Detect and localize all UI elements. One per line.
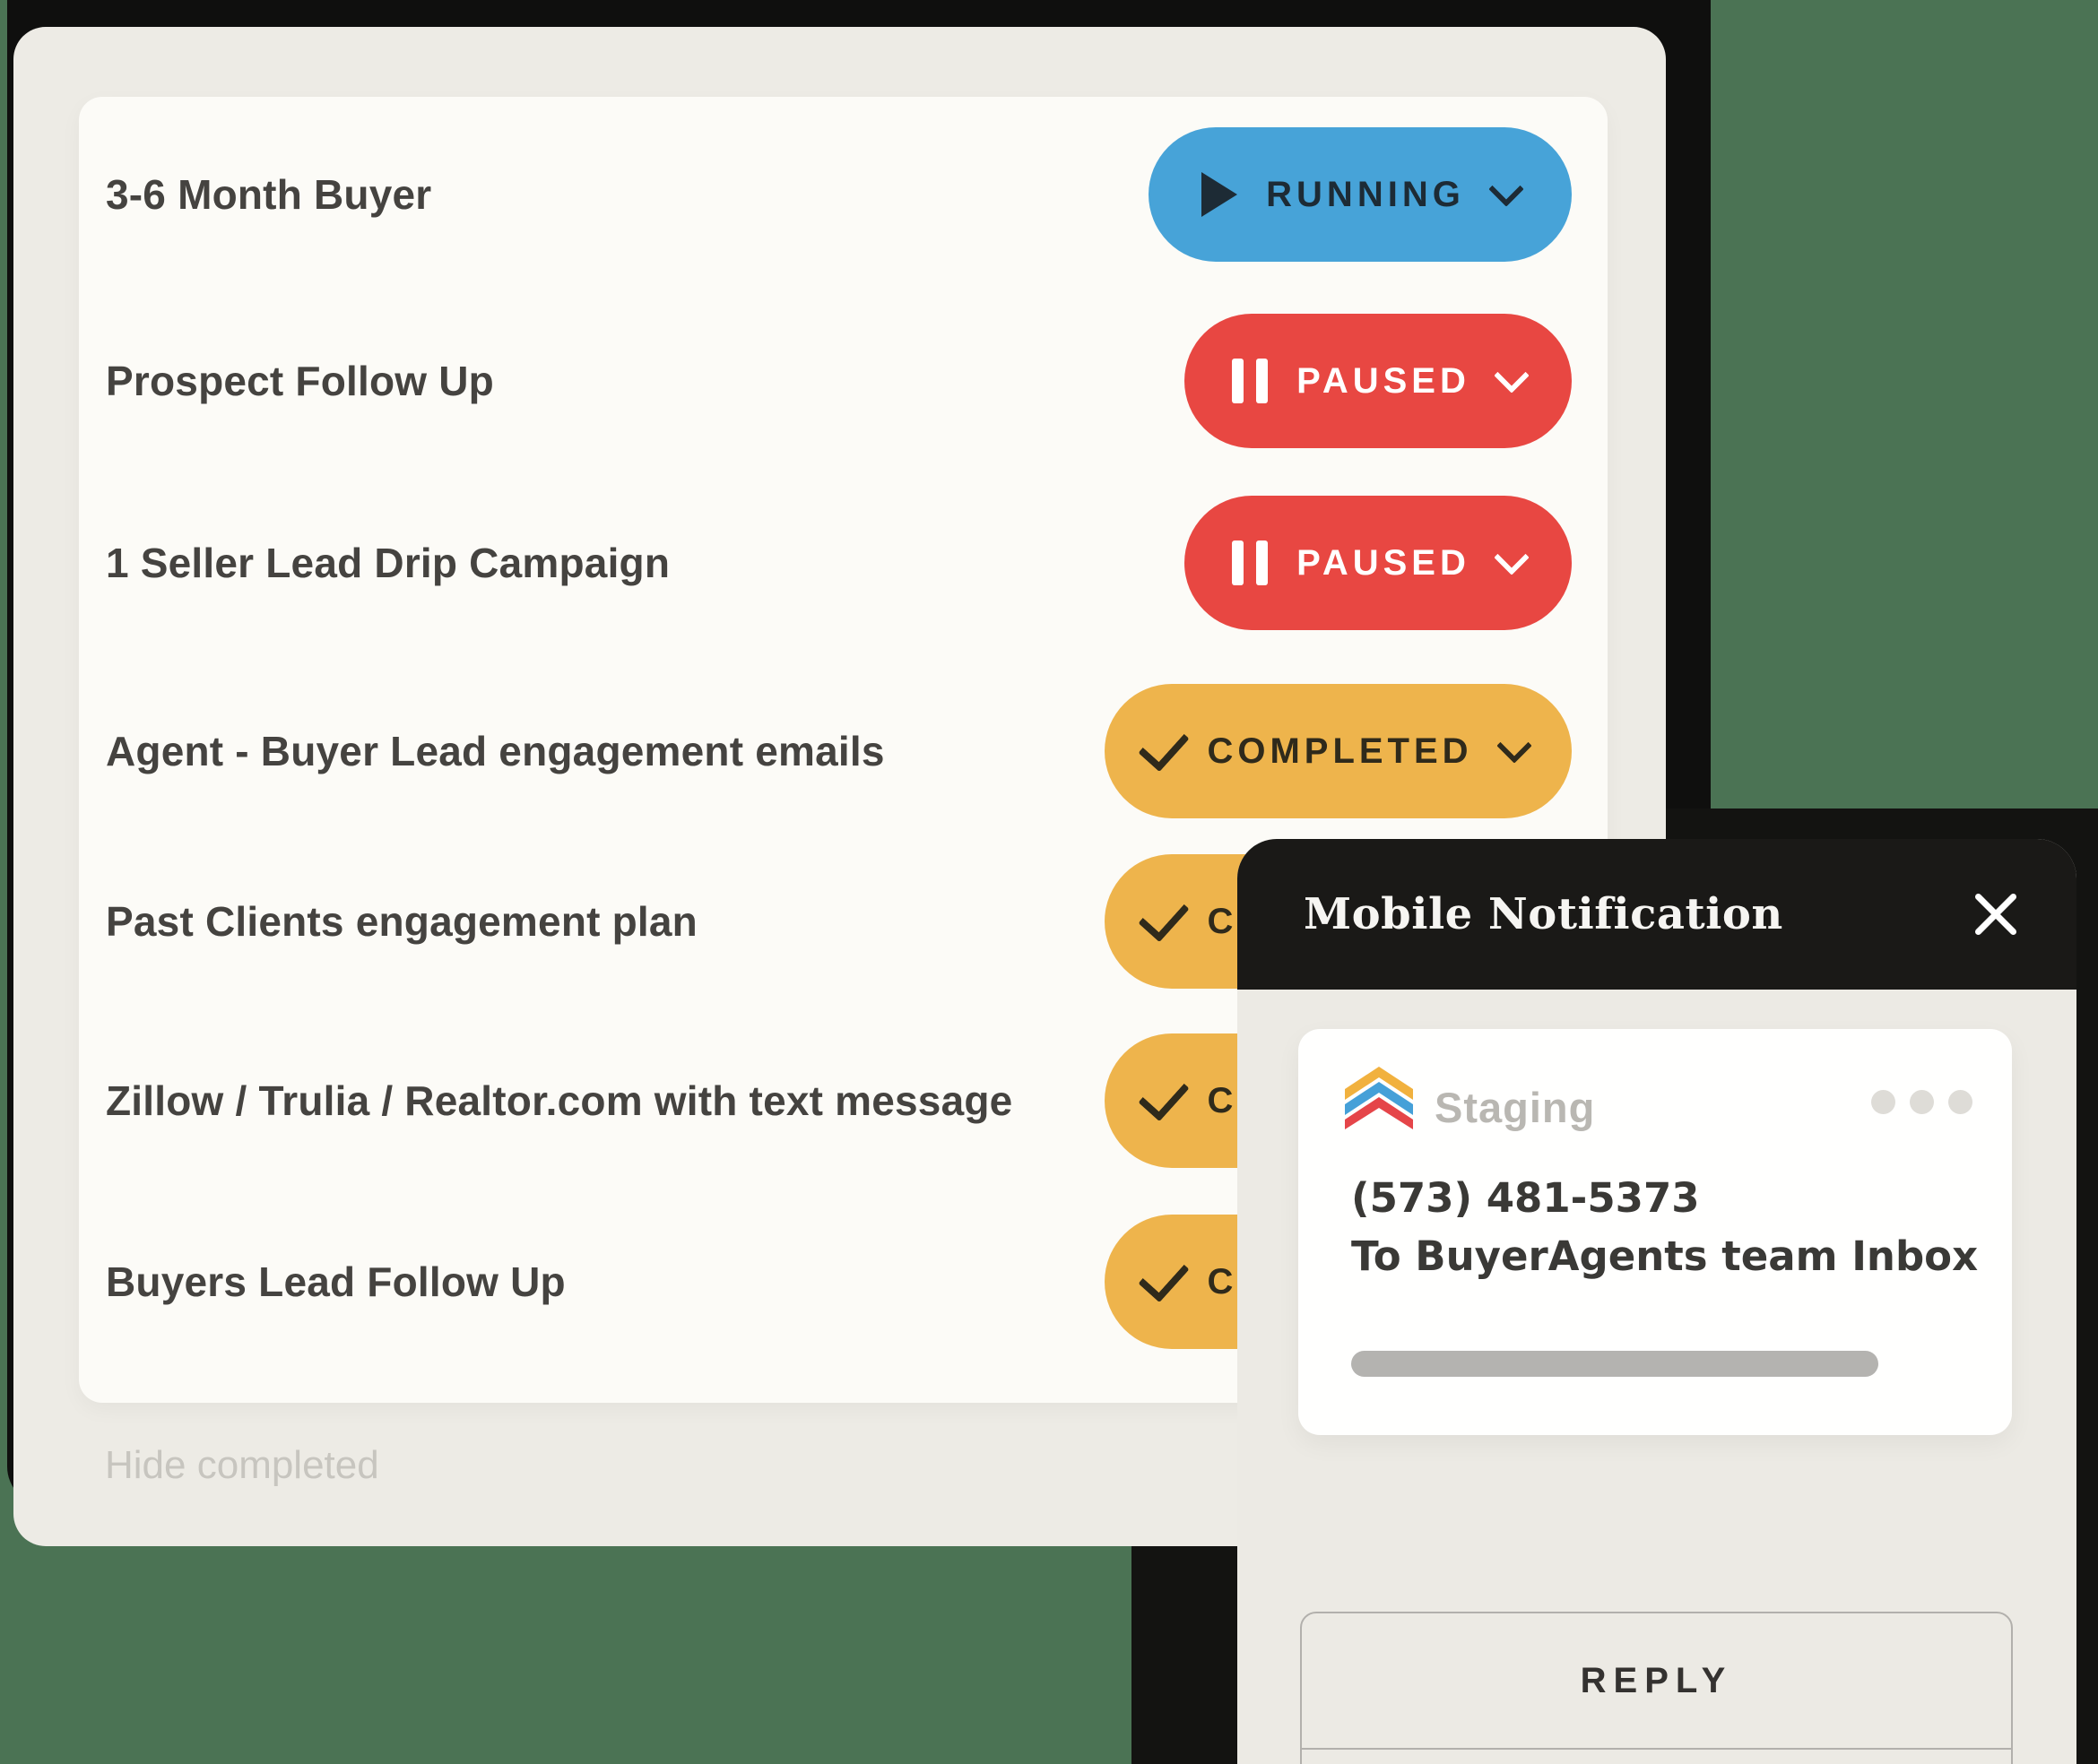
close-icon[interactable]: [1972, 891, 2019, 938]
notification-card: Staging (573) 481-5373 To BuyerAgents te…: [1298, 1029, 2012, 1435]
campaign-name: Agent - Buyer Lead engagement emails: [106, 728, 885, 774]
pause-icon: [1232, 359, 1269, 403]
check-icon: [1138, 1250, 1191, 1303]
screenshot-canvas: 3-6 Month Buyer RUNNING Prospect Follow Up…: [0, 0, 2098, 1764]
status-label: PAUSED: [1296, 361, 1470, 401]
app-name: Staging: [1435, 1084, 1596, 1131]
chevron-down-icon: [1494, 358, 1530, 393]
campaign-name: Past Clients engagement plan: [106, 898, 698, 945]
chevron-down-icon: [1495, 728, 1532, 764]
mobile-notification-panel: Mobile Notification Staging (573) 481-53…: [1237, 839, 2076, 1764]
chevron-down-icon: [1494, 540, 1530, 575]
notification-actions: REPLY REVIEW: [1300, 1612, 2013, 1764]
notification-body: Staging (573) 481-5373 To BuyerAgents te…: [1237, 990, 2076, 1764]
review-button[interactable]: REVIEW: [1302, 1748, 2011, 1764]
hide-completed-link[interactable]: Hide completed: [105, 1443, 379, 1488]
status-button-completed[interactable]: COMPLETED: [1105, 684, 1572, 818]
check-icon: [1138, 719, 1191, 773]
campaign-name: 3-6 Month Buyer: [106, 171, 432, 218]
status-button-running[interactable]: RUNNING: [1149, 127, 1572, 262]
check-icon: [1138, 1068, 1191, 1122]
staging-chevrons-logo-icon: [1345, 1067, 1413, 1129]
progress-bar: [1351, 1351, 1878, 1377]
notification-header: Mobile Notification: [1237, 839, 2076, 990]
ellipsis-icon[interactable]: [1871, 1090, 1972, 1114]
campaign-name: 1 Seller Lead Drip Campaign: [106, 540, 671, 586]
status-button-paused[interactable]: PAUSED: [1184, 496, 1572, 630]
pause-icon: [1232, 540, 1269, 585]
reply-button[interactable]: REPLY: [1302, 1613, 2011, 1748]
campaign-name: Prospect Follow Up: [106, 358, 494, 404]
notification-phone-number: (573) 481-5373: [1351, 1174, 1700, 1222]
check-icon: [1138, 889, 1191, 943]
status-label: PAUSED: [1296, 543, 1470, 583]
status-label: RUNNING: [1266, 175, 1465, 214]
chevron-down-icon: [1488, 171, 1524, 207]
status-label: COMPLETED: [1207, 731, 1473, 771]
notification-destination: To BuyerAgents team Inbox: [1351, 1232, 1979, 1280]
campaign-name: Buyers Lead Follow Up: [106, 1258, 566, 1305]
status-button-paused[interactable]: PAUSED: [1184, 314, 1572, 448]
play-icon: [1201, 172, 1238, 217]
notification-title: Mobile Notification: [1304, 889, 1783, 939]
campaign-name: Zillow / Trulia / Realtor.com with text …: [106, 1077, 1013, 1124]
